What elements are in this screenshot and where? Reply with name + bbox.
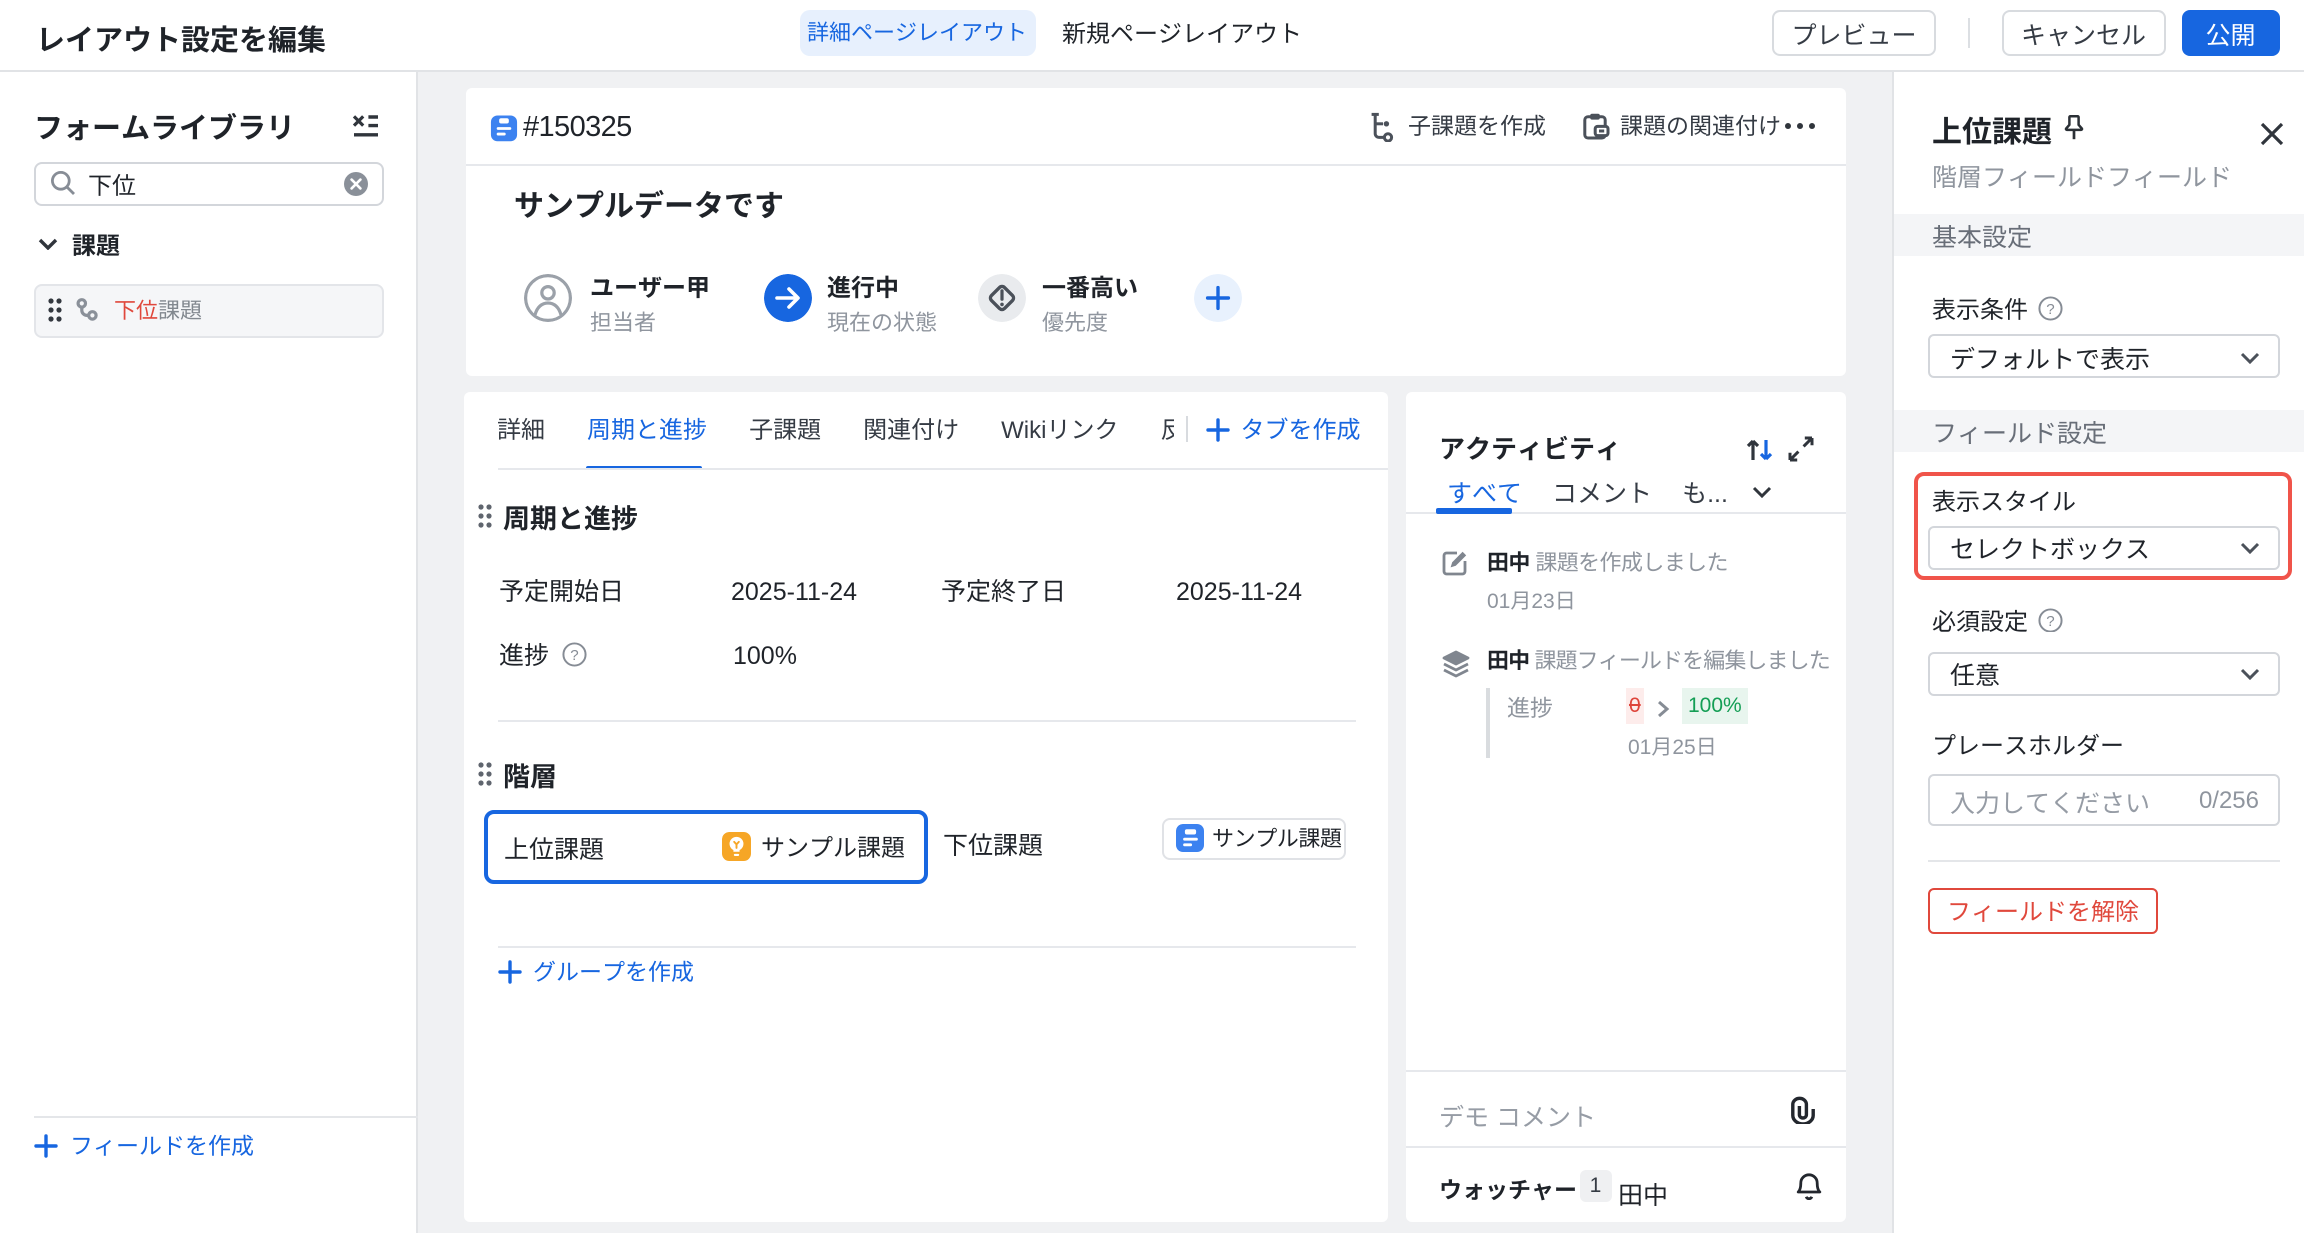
svg-text:?: ? bbox=[2046, 301, 2054, 318]
svg-text:?: ? bbox=[571, 647, 579, 664]
svg-text:?: ? bbox=[2046, 612, 2054, 629]
